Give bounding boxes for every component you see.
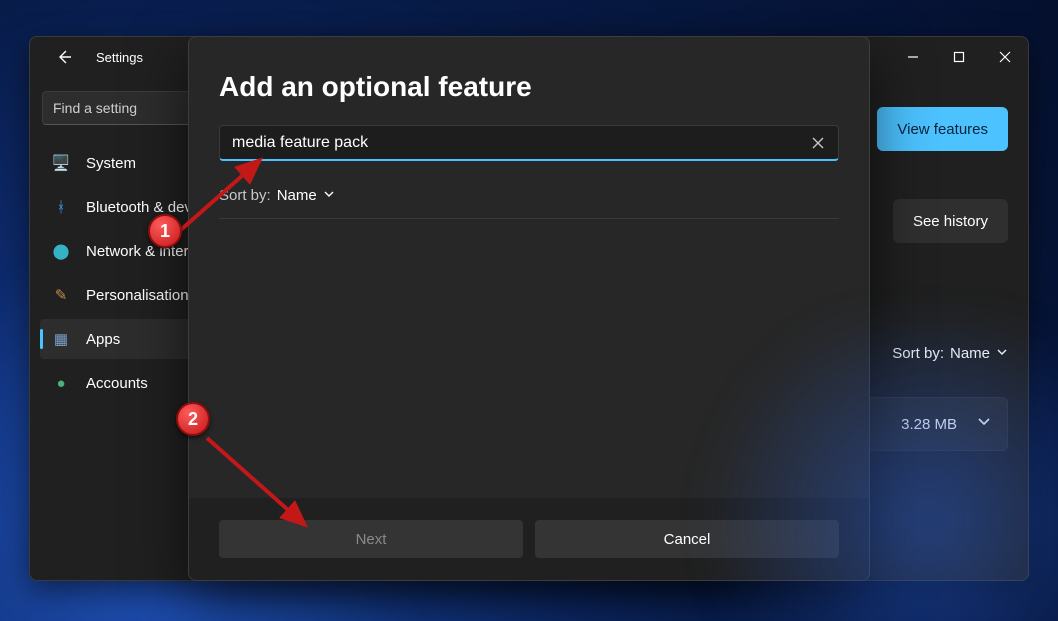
feature-search-input[interactable] <box>232 134 804 152</box>
feature-search-field[interactable] <box>219 125 839 161</box>
clear-search-icon[interactable] <box>804 126 832 159</box>
annotation-callout-1: 1 <box>148 214 182 248</box>
next-button[interactable]: Next <box>219 520 523 558</box>
dialog-footer: Next Cancel <box>189 498 869 580</box>
feature-size: 3.28 MB <box>901 416 957 433</box>
annotation-callout-2: 2 <box>176 402 210 436</box>
content-sortby[interactable]: Sort by: Name <box>892 345 1008 362</box>
feature-row[interactable]: 3.28 MB <box>848 397 1008 451</box>
add-optional-feature-dialog: Add an optional feature Sort by: Name Ne… <box>188 36 870 581</box>
cancel-button[interactable]: Cancel <box>535 520 839 558</box>
chevron-down-icon <box>996 345 1008 362</box>
dialog-title: Add an optional feature <box>219 71 839 103</box>
results-area <box>219 219 839 498</box>
modal-overlay: Add an optional feature Sort by: Name Ne… <box>0 0 1058 621</box>
dialog-sortby[interactable]: Sort by: Name <box>219 187 839 204</box>
chevron-down-icon <box>977 415 991 433</box>
chevron-down-icon <box>323 187 335 204</box>
